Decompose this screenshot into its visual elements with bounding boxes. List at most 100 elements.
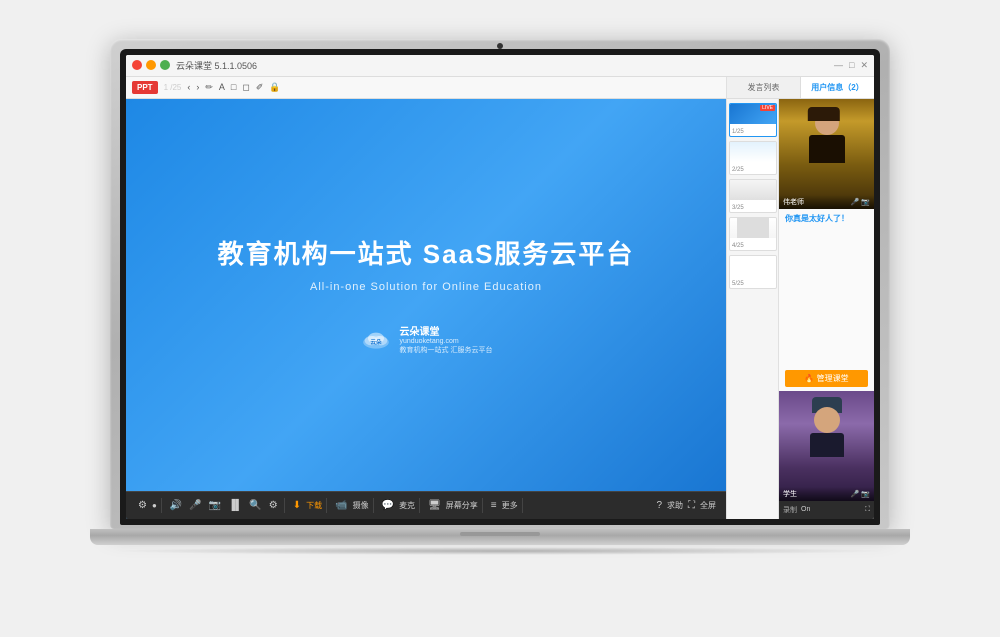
equalizer-icon[interactable]: ▐▌: [226, 498, 244, 513]
download-label[interactable]: 下载: [306, 500, 322, 511]
logo-sub: 教育机构一站式 汇服务云平台: [400, 345, 493, 355]
manage-classroom-button[interactable]: 🔥 管理课堂: [785, 370, 868, 387]
settings-icon[interactable]: ⚙: [136, 498, 149, 513]
right-content: 伟老师 🎤 📷: [779, 99, 874, 519]
mic-label: 麦克: [399, 500, 415, 511]
slide-thumb-4[interactable]: 4/25: [729, 217, 777, 251]
thumb-label-1: 1/25: [732, 129, 744, 135]
text-icon[interactable]: A: [219, 82, 225, 92]
logo-text: 云朵课堂 yunduoketang.com 教育机构一站式 汇服务云平台: [400, 323, 493, 355]
teacher-video-overlay: 伟老师 🎤 📷: [779, 195, 874, 209]
download-icon[interactable]: ⬇: [291, 498, 303, 513]
video-icon[interactable]: 📹: [333, 498, 349, 513]
pen-icon[interactable]: ✏: [205, 82, 213, 93]
laptop-bezel: 云朵课堂 5.1.1.0506 — □ ✕ PPT 1 /25: [120, 49, 880, 525]
toolbar-group-download: ⬇ 下载: [287, 498, 327, 513]
title-minimize-icon[interactable]: —: [834, 60, 843, 71]
fullscreen-label: 全屏: [700, 500, 716, 511]
app-window: 云朵课堂 5.1.1.0506 — □ ✕ PPT 1 /25: [126, 55, 874, 519]
speaker-icon[interactable]: 🔊: [168, 498, 184, 513]
toolbar-group-audio: 🔊 🎤 📷 ▐▌ 🔍 ⚙: [164, 498, 285, 513]
slide-title-en: All-in-one Solution for Online Education: [310, 281, 542, 293]
slide-title-cn: 教育机构一站式 SaaS服务云平台: [218, 234, 635, 271]
slide-thumb-2[interactable]: 2/25: [729, 141, 777, 175]
student-video-overlay: 学生 🎤 📷: [779, 487, 874, 501]
thumb-bg-2: [730, 142, 776, 163]
slide-logo: 云朵 云朵课堂 yunduoketang.com 教育机构一站式 汇服务云平台: [360, 323, 493, 355]
chat-section: 你真是太好人了！: [779, 209, 874, 366]
tab-speech-list[interactable]: 发言列表: [727, 77, 801, 98]
screen-icon[interactable]: 🖥: [426, 498, 443, 513]
slide-thumb-5[interactable]: 5/25: [729, 255, 777, 289]
teacher-video-feed: [779, 99, 874, 209]
arrow-left-icon[interactable]: ‹: [187, 82, 190, 92]
main-content: PPT 1 /25 ‹ › ✏ A □ ◻ ✐ 🔒: [126, 77, 874, 519]
chat-icon[interactable]: 💬: [380, 498, 396, 513]
title-bar-right: — □ ✕: [834, 60, 868, 71]
laptop-screen: 云朵课堂 5.1.1.0506 — □ ✕ PPT 1 /25: [110, 39, 890, 529]
student-name: 学生: [783, 489, 797, 499]
thumb-live-1: LIVE: [760, 105, 775, 111]
more-label: 更多: [502, 500, 518, 511]
fullscreen-icon[interactable]: ⛶: [686, 498, 697, 513]
thumb-bg-3: [730, 180, 776, 201]
thumb-label-4: 4/25: [732, 243, 744, 249]
zoom-icon[interactable]: 🔍: [247, 498, 263, 513]
menu-icon[interactable]: ≡: [489, 498, 499, 513]
maximize-button[interactable]: [160, 60, 170, 70]
rec-fullscreen[interactable]: ⛶: [865, 506, 870, 514]
mic-icon[interactable]: 🎤: [187, 498, 203, 513]
cloud-icon: 云朵: [360, 327, 392, 351]
slides-nav-area: 1/25 LIVE 2/25 3/25: [727, 99, 874, 519]
logo-name: 云朵课堂: [400, 323, 493, 338]
rec-status: 录制: [783, 505, 797, 515]
right-panel: 发言列表 用户信息（2） 1/25 LIVE: [726, 77, 874, 519]
title-maximize-icon[interactable]: □: [849, 60, 854, 71]
laptop-wrapper: 云朵课堂 5.1.1.0506 — □ ✕ PPT 1 /25: [70, 39, 930, 599]
cam-status-icon: 📷: [861, 198, 870, 206]
thumb-bg-5: [730, 256, 776, 277]
thumb-bg-4: [730, 218, 776, 239]
drawing-toolbar: PPT 1 /25 ‹ › ✏ A □ ◻ ✐ 🔒: [126, 77, 726, 99]
pencil-icon[interactable]: ✐: [256, 82, 264, 93]
shape-icon[interactable]: □: [231, 82, 236, 92]
app-title: 云朵课堂 5.1.1.0506: [176, 59, 834, 72]
title-close-icon[interactable]: ✕: [860, 60, 868, 71]
camera-icon[interactable]: 📷: [207, 498, 223, 513]
screen-label: 屏幕分享: [446, 500, 478, 511]
laptop-shadow: [110, 547, 890, 555]
thumb-label-2: 2/25: [732, 167, 744, 173]
minimize-button[interactable]: [146, 60, 156, 70]
record-label: ●: [152, 501, 157, 510]
ppt-label: PPT: [132, 81, 158, 94]
lock-icon[interactable]: 🔒: [269, 82, 280, 93]
student-video-icons: 🎤 📷: [851, 490, 870, 498]
title-bar: 云朵课堂 5.1.1.0506 — □ ✕: [126, 55, 874, 77]
gear-icon[interactable]: ⚙: [267, 498, 280, 513]
video-top: 伟老师 🎤 📷: [779, 99, 874, 209]
eraser-icon[interactable]: ◻: [242, 82, 249, 93]
chat-username: 你真是太好人了！: [785, 214, 849, 223]
page-indicator: 1 /25: [164, 83, 182, 92]
thumb-label-3: 3/25: [732, 205, 744, 211]
arrow-right-icon[interactable]: ›: [196, 82, 199, 92]
mic-status-icon: 🎤: [851, 198, 860, 206]
rec-toggle[interactable]: On: [801, 506, 810, 513]
right-panel-tabs: 发言列表 用户信息（2）: [727, 77, 874, 99]
teacher-video-icons: 🎤 📷: [851, 198, 870, 206]
slide-thumb-1[interactable]: 1/25 LIVE: [729, 103, 777, 137]
toolbar-group-chat: 💬 麦克: [376, 498, 420, 513]
window-controls: [132, 60, 170, 70]
webcam-dot: [497, 43, 503, 49]
help-icon[interactable]: ?: [654, 498, 664, 513]
help-label: 求助: [667, 500, 683, 511]
toolbar-group-record: ⚙ ●: [132, 498, 162, 513]
slide-area: PPT 1 /25 ‹ › ✏ A □ ◻ ✐ 🔒: [126, 77, 726, 519]
chat-message: 你真是太好人了！: [779, 209, 874, 228]
close-button[interactable]: [132, 60, 142, 70]
toolbar-group-camera: 📹 摄像: [329, 498, 373, 513]
toolbar-group-right: ? 求助 ⛶ 全屏: [650, 498, 720, 513]
tab-user-info[interactable]: 用户信息（2）: [801, 77, 874, 98]
slide-thumb-3[interactable]: 3/25: [729, 179, 777, 213]
teacher-name: 伟老师: [783, 197, 804, 207]
